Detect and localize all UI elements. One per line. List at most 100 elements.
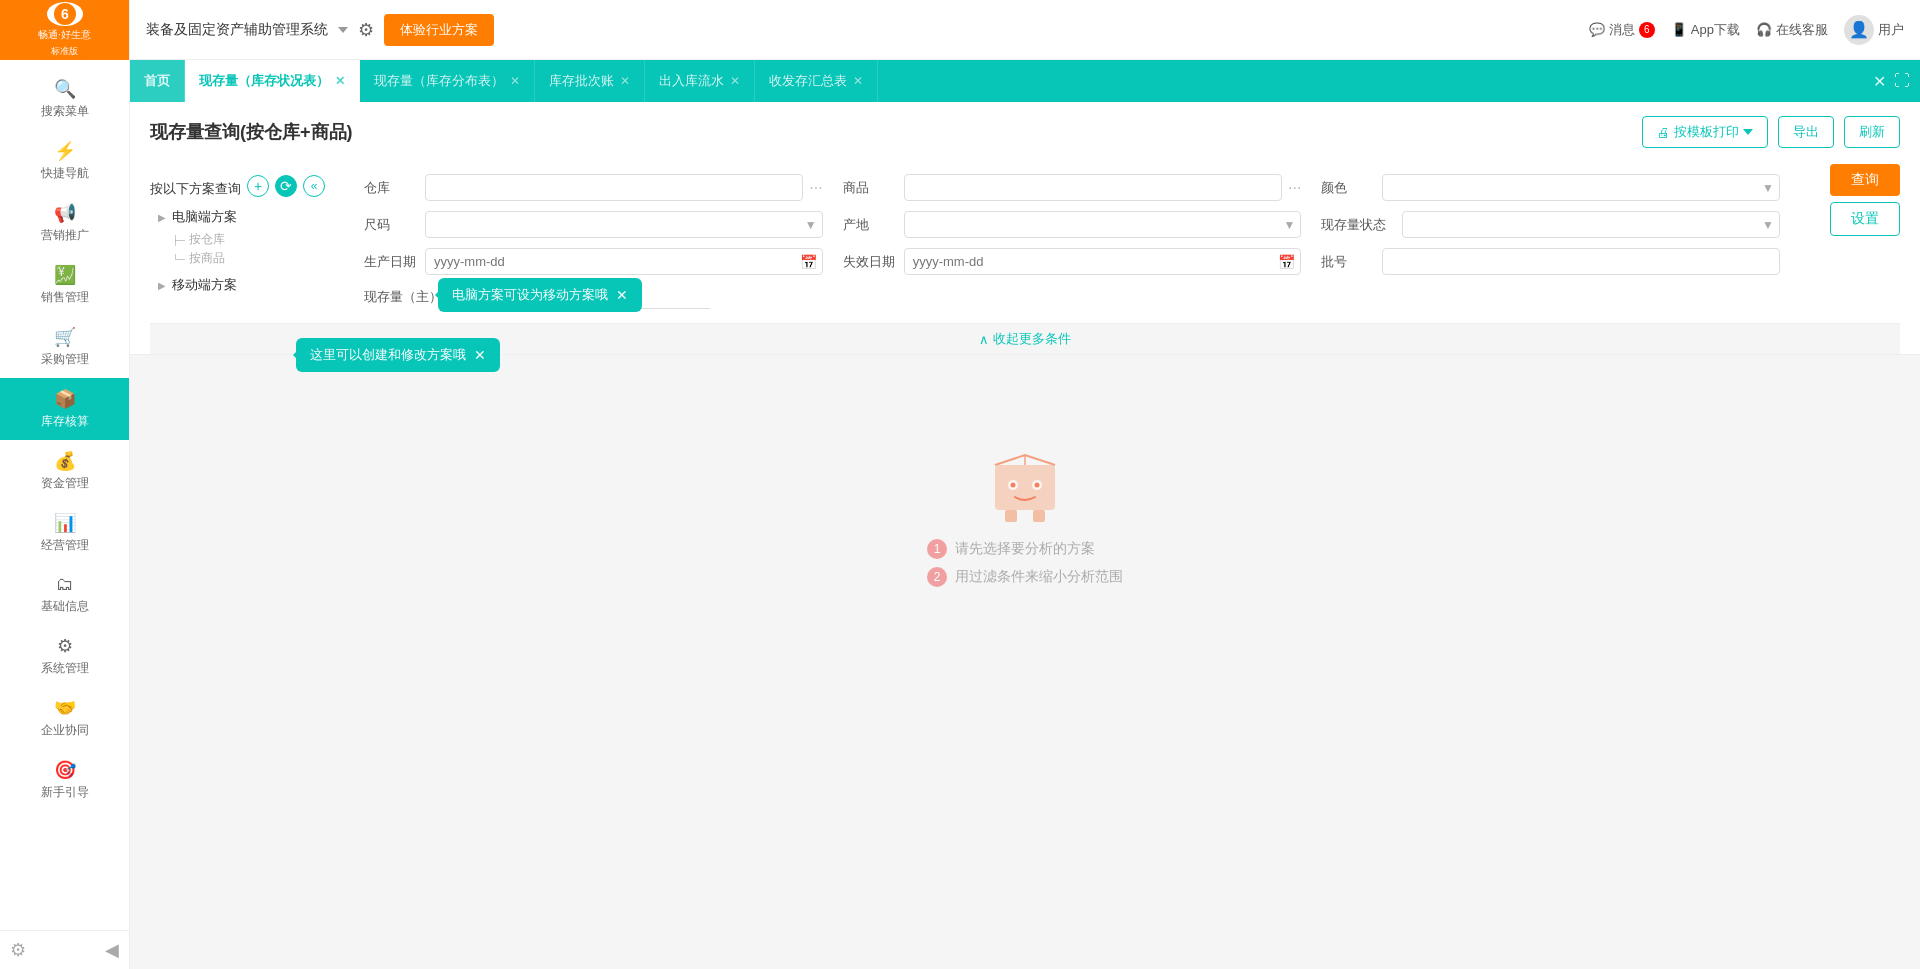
sidebar-item-system[interactable]: ⚙ 系统管理 [0, 625, 129, 687]
print-icon: 🖨 [1657, 125, 1670, 140]
sidebar-item-guide[interactable]: 🎯 新手引导 [0, 749, 129, 811]
tab-inventory-status[interactable]: 现存量（库存状况表） ✕ [185, 60, 360, 102]
topbar: 装备及固定资产辅助管理系统 ⚙ 体验行业方案 💬 消息 6 📱 App下载 🎧 … [130, 0, 1920, 60]
sidebar-bottom: ⚙ ◀ [0, 930, 129, 969]
tab-expand-icon[interactable]: ⛶ [1894, 72, 1910, 90]
sidebar-item-sales[interactable]: 💹 销售管理 [0, 254, 129, 316]
tooltip-text: 电脑方案可设为移动方案哦 [452, 286, 608, 304]
collapse-button[interactable]: ∧ 收起更多条件 [979, 330, 1071, 348]
sidebar-item-quick-nav[interactable]: ⚡ 快捷导航 [0, 130, 129, 192]
tab-batch-accounts-label: 库存批次账 [549, 72, 614, 90]
tab-close-icon[interactable]: ✕ [730, 74, 740, 88]
goods-more-icon[interactable]: ··· [1288, 179, 1301, 197]
page-header: 现存量查询(按仓库+商品) 🖨 按模板打印 导出 刷新 [130, 102, 1920, 156]
tab-inventory-dist[interactable]: 现存量（库存分布表） ✕ [360, 60, 535, 102]
tab-close-icon[interactable]: ✕ [853, 74, 863, 88]
tooltip-text-2: 这里可以创建和修改方案哦 [310, 346, 466, 364]
tabbar: 首页 现存量（库存状况表） ✕ 现存量（库存分布表） ✕ 库存批次账 ✕ 出入库… [130, 60, 1920, 102]
date-prod-label: 生产日期 [364, 253, 419, 271]
sidebar-item-basic[interactable]: 🗂 基础信息 [0, 564, 129, 625]
date-prod-input[interactable] [425, 248, 823, 275]
print-button[interactable]: 🖨 按模板打印 [1642, 116, 1768, 148]
date-prod-calendar-icon[interactable]: 📅 [800, 254, 817, 270]
tab-receive-summary[interactable]: 收发存汇总表 ✕ [755, 60, 878, 102]
sidebar-item-purchase[interactable]: 🛒 采购管理 [0, 316, 129, 378]
tab-home-label: 首页 [144, 72, 170, 90]
date-prod-field: 生产日期 📅 [364, 248, 823, 275]
color-select[interactable] [1382, 174, 1780, 201]
settings-bottom-icon[interactable]: ⚙ [10, 939, 26, 961]
tab-close-icon[interactable]: ✕ [620, 74, 630, 88]
box-icon: 📦 [54, 388, 76, 410]
back-scheme-btn[interactable]: « [303, 175, 325, 197]
size-dropdown-arrow: ▼ [805, 218, 817, 232]
search-button[interactable]: 查询 [1830, 164, 1900, 196]
origin-select[interactable] [904, 211, 1302, 238]
online-service-item[interactable]: 🎧 在线客服 [1756, 21, 1828, 39]
sidebar-item-label: 库存核算 [41, 413, 89, 430]
tip-text-1: 请先选择要分析的方案 [955, 540, 1095, 558]
svg-rect-9 [1033, 510, 1045, 522]
batch-input[interactable] [1382, 248, 1780, 275]
scheme-desktop[interactable]: ▶ 电脑端方案 [158, 206, 350, 228]
add-scheme-btn[interactable]: + [247, 175, 269, 197]
warehouse-field: 仓库 ··· [364, 174, 823, 201]
page-actions: 🖨 按模板打印 导出 刷新 [1642, 116, 1900, 148]
tab-inout-flow[interactable]: 出入库流水 ✕ [645, 60, 755, 102]
svg-rect-8 [1005, 510, 1017, 522]
refresh-button[interactable]: 刷新 [1844, 116, 1900, 148]
date-expire-label: 失效日期 [843, 253, 898, 271]
sidebar-item-enterprise[interactable]: 🤝 企业协同 [0, 687, 129, 749]
logo-area: 6 畅通·好生意 标准版 [0, 0, 129, 60]
date-expire-field: 失效日期 📅 [843, 248, 1302, 275]
warehouse-label: 仓库 [364, 179, 419, 197]
sidebar-item-finance[interactable]: 💰 资金管理 [0, 440, 129, 502]
sidebar-item-label: 快捷导航 [41, 165, 89, 182]
set-button[interactable]: 设置 [1830, 202, 1900, 236]
color-field: 颜色 ▼ [1321, 174, 1780, 201]
scheme-mobile[interactable]: ▶ 移动端方案 [158, 274, 350, 296]
sidebar-item-label: 采购管理 [41, 351, 89, 368]
industry-button[interactable]: 体验行业方案 [384, 14, 494, 46]
version-tag: 标准版 [47, 44, 82, 59]
warehouse-more-icon[interactable]: ··· [809, 179, 822, 197]
stock-status-label: 现存量状态 [1321, 216, 1396, 234]
user-item[interactable]: 👤 用户 [1844, 15, 1904, 45]
settings-gear-icon[interactable]: ⚙ [358, 19, 374, 41]
sidebar-item-inventory[interactable]: 📦 库存核算 [0, 378, 129, 440]
collapse-sidebar-icon[interactable]: ◀ [105, 939, 119, 961]
stock-status-select[interactable] [1402, 211, 1780, 238]
tab-close-icon[interactable]: ✕ [335, 74, 345, 88]
message-item[interactable]: 💬 消息 6 [1589, 21, 1655, 39]
tooltip-close-icon[interactable]: ✕ [616, 287, 628, 303]
sidebar-item-search[interactable]: 🔍 搜索菜单 [0, 68, 129, 130]
export-button[interactable]: 导出 [1778, 116, 1834, 148]
service-icon: 🎧 [1756, 22, 1772, 37]
tab-home[interactable]: 首页 [130, 60, 185, 102]
goods-input[interactable] [904, 174, 1282, 201]
tab-batch-accounts[interactable]: 库存批次账 ✕ [535, 60, 645, 102]
topbar-left: 装备及固定资产辅助管理系统 ⚙ 体验行业方案 [146, 14, 494, 46]
edit-scheme-btn[interactable]: ⟳ [275, 175, 297, 197]
avatar: 👤 [1844, 15, 1874, 45]
batch-field: 批号 [1321, 248, 1780, 275]
tab-close-all-icon[interactable]: ✕ [1873, 72, 1886, 91]
operations-icon: 📊 [54, 512, 76, 534]
date-expire-input[interactable] [904, 248, 1302, 275]
date-expire-calendar-icon[interactable]: 📅 [1278, 254, 1295, 270]
color-dropdown-arrow: ▼ [1762, 181, 1774, 195]
app-download-item[interactable]: 📱 App下载 [1671, 21, 1740, 39]
tooltip-close-icon-2[interactable]: ✕ [474, 347, 486, 363]
megaphone-icon: 📢 [54, 202, 76, 224]
tooltip-scheme-edit: 这里可以创建和修改方案哦 ✕ [296, 338, 500, 372]
warehouse-input[interactable] [425, 174, 803, 201]
sidebar-item-operations[interactable]: 📊 经营管理 [0, 502, 129, 564]
chart-icon: 💹 [54, 264, 76, 286]
sidebar-item-marketing[interactable]: 📢 营销推广 [0, 192, 129, 254]
scheme-panel: 按以下方案查询 + ⟳ « ▶ 电脑端方案 ├─ [150, 174, 350, 296]
size-select[interactable] [425, 211, 823, 238]
tab-close-icon[interactable]: ✕ [510, 74, 520, 88]
batch-label: 批号 [1321, 253, 1376, 271]
empty-tips: 1 请先选择要分析的方案 2 用过滤条件来缩小分析范围 [927, 539, 1123, 587]
message-icon: 💬 [1589, 22, 1605, 37]
